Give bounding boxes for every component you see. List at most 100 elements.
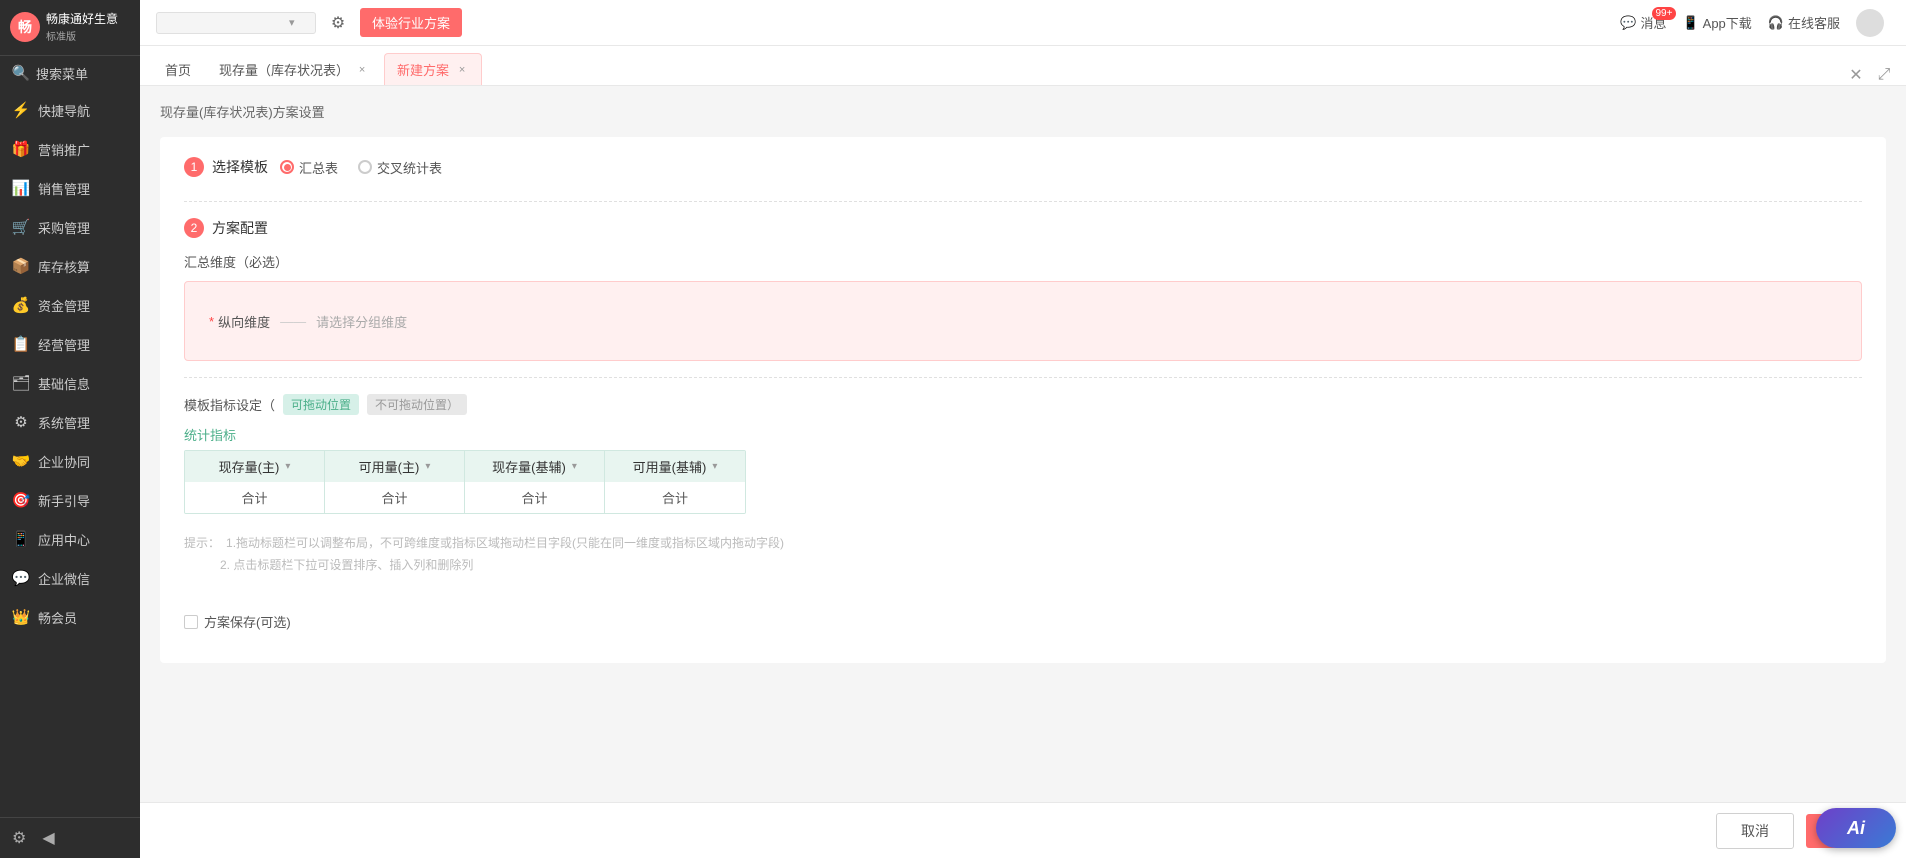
save-checkbox-row: 方案保存(可选) bbox=[184, 612, 1862, 631]
tips-title: 提示： bbox=[184, 533, 220, 555]
metrics-label-text: 模板指标设定（ bbox=[184, 395, 275, 414]
radio-crosstab-label: 交叉统计表 bbox=[377, 158, 442, 177]
sidebar-item-search-menu[interactable]: 🔍 搜索菜单 bbox=[0, 56, 140, 91]
section-divider-2 bbox=[184, 377, 1862, 378]
close-inventory-tab-icon[interactable]: × bbox=[355, 63, 369, 77]
stats-col-header-3[interactable]: 可用量(基辅) ▾ bbox=[605, 451, 745, 482]
industry-plan-button[interactable]: 体验行业方案 bbox=[360, 8, 462, 37]
cancel-button[interactable]: 取消 bbox=[1716, 813, 1794, 849]
sidebar-item-finance[interactable]: 💰 资金管理 bbox=[0, 286, 140, 325]
headset-icon: 🎧 bbox=[1768, 15, 1784, 31]
step1-section: 1 选择模板 汇总表 交叉统计表 bbox=[184, 157, 1862, 177]
dimension-dash: —— bbox=[280, 314, 306, 329]
tab-home[interactable]: 首页 bbox=[152, 53, 204, 85]
tab-new-plan[interactable]: 新建方案 × bbox=[384, 53, 482, 85]
sales-icon: 📊 bbox=[12, 179, 30, 197]
footer-actions: 取消 查询 bbox=[140, 802, 1906, 858]
window-controls: ✕ ⤢ bbox=[1846, 65, 1894, 85]
dimension-label: 汇总维度（必选） bbox=[184, 252, 1862, 271]
topbar-right: 💬 消息 99+ 📱 App下载 🎧 在线客服 bbox=[1620, 9, 1890, 37]
step2-badge: 2 bbox=[184, 218, 204, 238]
sidebar-item-system[interactable]: ⚙ 系统管理 bbox=[0, 403, 140, 442]
tips-text-0: 1.拖动标题栏可以调整布局，不可跨维度或指标区域拖动栏目字段(只能在同一维度或指… bbox=[226, 533, 784, 555]
marketing-icon: 🎁 bbox=[12, 140, 30, 158]
sidebar-item-wechat[interactable]: 💬 企业微信 bbox=[0, 559, 140, 598]
col-chevron-2: ▾ bbox=[572, 461, 577, 472]
save-checkbox[interactable] bbox=[184, 615, 198, 629]
sidebar-item-label: 资金管理 bbox=[38, 296, 90, 315]
app-download-label: App下载 bbox=[1703, 13, 1752, 32]
sidebar-item-contract[interactable]: 🤝 企业协同 bbox=[0, 442, 140, 481]
topbar-search-input[interactable] bbox=[165, 16, 285, 30]
sidebar-item-operations[interactable]: 📋 经营管理 bbox=[0, 325, 140, 364]
online-service-label: 在线客服 bbox=[1788, 13, 1840, 32]
step2-section: 2 方案配置 汇总维度（必选） * 纵向维度 —— 请选择分组维度 模板指标 bbox=[184, 218, 1862, 576]
sidebar-item-inventory[interactable]: 📦 库存核算 bbox=[0, 247, 140, 286]
stats-cell-2: 合计 bbox=[465, 482, 605, 513]
settings-card: 1 选择模板 汇总表 交叉统计表 bbox=[160, 137, 1886, 663]
sidebar-item-app-center[interactable]: 📱 应用中心 bbox=[0, 520, 140, 559]
sidebar-item-member[interactable]: 👑 畅会员 bbox=[0, 598, 140, 637]
app-download-button[interactable]: 📱 App下载 bbox=[1682, 13, 1751, 32]
stats-col-label-2: 现存量(基辅) bbox=[492, 457, 566, 476]
step1-title: 选择模板 bbox=[212, 157, 268, 177]
close-window-icon[interactable]: ✕ bbox=[1846, 65, 1866, 85]
radio-crosstab[interactable]: 交叉统计表 bbox=[358, 158, 442, 177]
collapse-sidebar-icon[interactable]: ◀ bbox=[42, 828, 54, 848]
messages-button[interactable]: 💬 消息 99+ bbox=[1620, 13, 1666, 32]
basic-info-icon: 🗂 bbox=[12, 374, 30, 392]
ai-button[interactable]: Ai bbox=[1816, 808, 1896, 848]
online-service-button[interactable]: 🎧 在线客服 bbox=[1768, 13, 1840, 32]
settings-icon[interactable]: ⚙ bbox=[12, 828, 26, 848]
inventory-tab-label: 现存量（库存状况表） bbox=[219, 60, 349, 79]
stats-col-header-2[interactable]: 现存量(基辅) ▾ bbox=[465, 451, 605, 482]
contract-icon: 🤝 bbox=[12, 452, 30, 470]
stats-col-label-1: 可用量(主) bbox=[359, 457, 420, 476]
stats-cell-1: 合计 bbox=[325, 482, 465, 513]
sidebar-item-marketing[interactable]: 🎁 营销推广 bbox=[0, 130, 140, 169]
close-new-plan-tab-icon[interactable]: × bbox=[455, 63, 469, 77]
search-dropdown-icon[interactable]: ▾ bbox=[289, 16, 295, 29]
sidebar-item-label: 系统管理 bbox=[38, 413, 90, 432]
sidebar-logo: 畅 畅康通好生意 标准版 bbox=[0, 0, 140, 56]
finance-icon: 💰 bbox=[12, 296, 30, 314]
col-chevron-1: ▾ bbox=[425, 461, 430, 472]
user-menu[interactable] bbox=[1856, 9, 1890, 37]
tab-inventory-status[interactable]: 现存量（库存状况表） × bbox=[206, 53, 382, 85]
newbie-icon: 🎯 bbox=[12, 491, 30, 509]
stats-col-label-0: 现存量(主) bbox=[219, 457, 280, 476]
radio-summary-circle bbox=[280, 160, 294, 174]
sidebar-item-purchase[interactable]: 🛒 采购管理 bbox=[0, 208, 140, 247]
sidebar-item-label: 应用中心 bbox=[38, 530, 90, 549]
system-icon: ⚙ bbox=[12, 413, 30, 431]
stats-col-header-0[interactable]: 现存量(主) ▾ bbox=[185, 451, 325, 482]
step1-badge: 1 bbox=[184, 157, 204, 177]
stats-table-body: 合计 合计 合计 合计 bbox=[185, 482, 745, 513]
ai-button-label: Ai bbox=[1847, 818, 1865, 839]
sidebar-item-label: 企业微信 bbox=[38, 569, 90, 588]
message-icon: 💬 bbox=[1620, 15, 1636, 31]
topbar-gear-icon[interactable]: ⚙ bbox=[324, 9, 352, 37]
tabs-bar: 首页 现存量（库存状况表） × 新建方案 × ✕ ⤢ bbox=[140, 46, 1906, 86]
wechat-icon: 💬 bbox=[12, 569, 30, 587]
topbar-search-area[interactable]: ▾ bbox=[156, 12, 316, 34]
dimension-placeholder: 请选择分组维度 bbox=[316, 312, 407, 331]
save-section: 方案保存(可选) bbox=[184, 600, 1862, 643]
tips-text-1: 2. 点击标题栏下拉可设置排序、插入列和删除列 bbox=[220, 555, 473, 577]
sidebar-item-quick-nav[interactable]: ⚡ 快捷导航 bbox=[0, 91, 140, 130]
sidebar-item-sales[interactable]: 📊 销售管理 bbox=[0, 169, 140, 208]
expand-window-icon[interactable]: ⤢ bbox=[1874, 65, 1894, 85]
inventory-icon: 📦 bbox=[12, 257, 30, 275]
sidebar-item-basic-info[interactable]: 🗂 基础信息 bbox=[0, 364, 140, 403]
radio-summary[interactable]: 汇总表 bbox=[280, 158, 338, 177]
template-radio-group: 汇总表 交叉统计表 bbox=[280, 158, 442, 177]
stats-cell-3: 合计 bbox=[605, 482, 745, 513]
sidebar-item-newbie[interactable]: 🎯 新手引导 bbox=[0, 481, 140, 520]
sidebar-item-label: 企业协同 bbox=[38, 452, 90, 471]
sidebar-item-label: 畅会员 bbox=[38, 608, 77, 627]
stats-col-header-1[interactable]: 可用量(主) ▾ bbox=[325, 451, 465, 482]
app-logo-icon: 畅 bbox=[10, 12, 40, 42]
sidebar-item-label: 销售管理 bbox=[38, 179, 90, 198]
content-area: 现存量(库存状况表)方案设置 1 选择模板 汇总表 bbox=[140, 86, 1906, 802]
tips-item-1: 2. 点击标题栏下拉可设置排序、插入列和删除列 bbox=[184, 555, 1862, 577]
